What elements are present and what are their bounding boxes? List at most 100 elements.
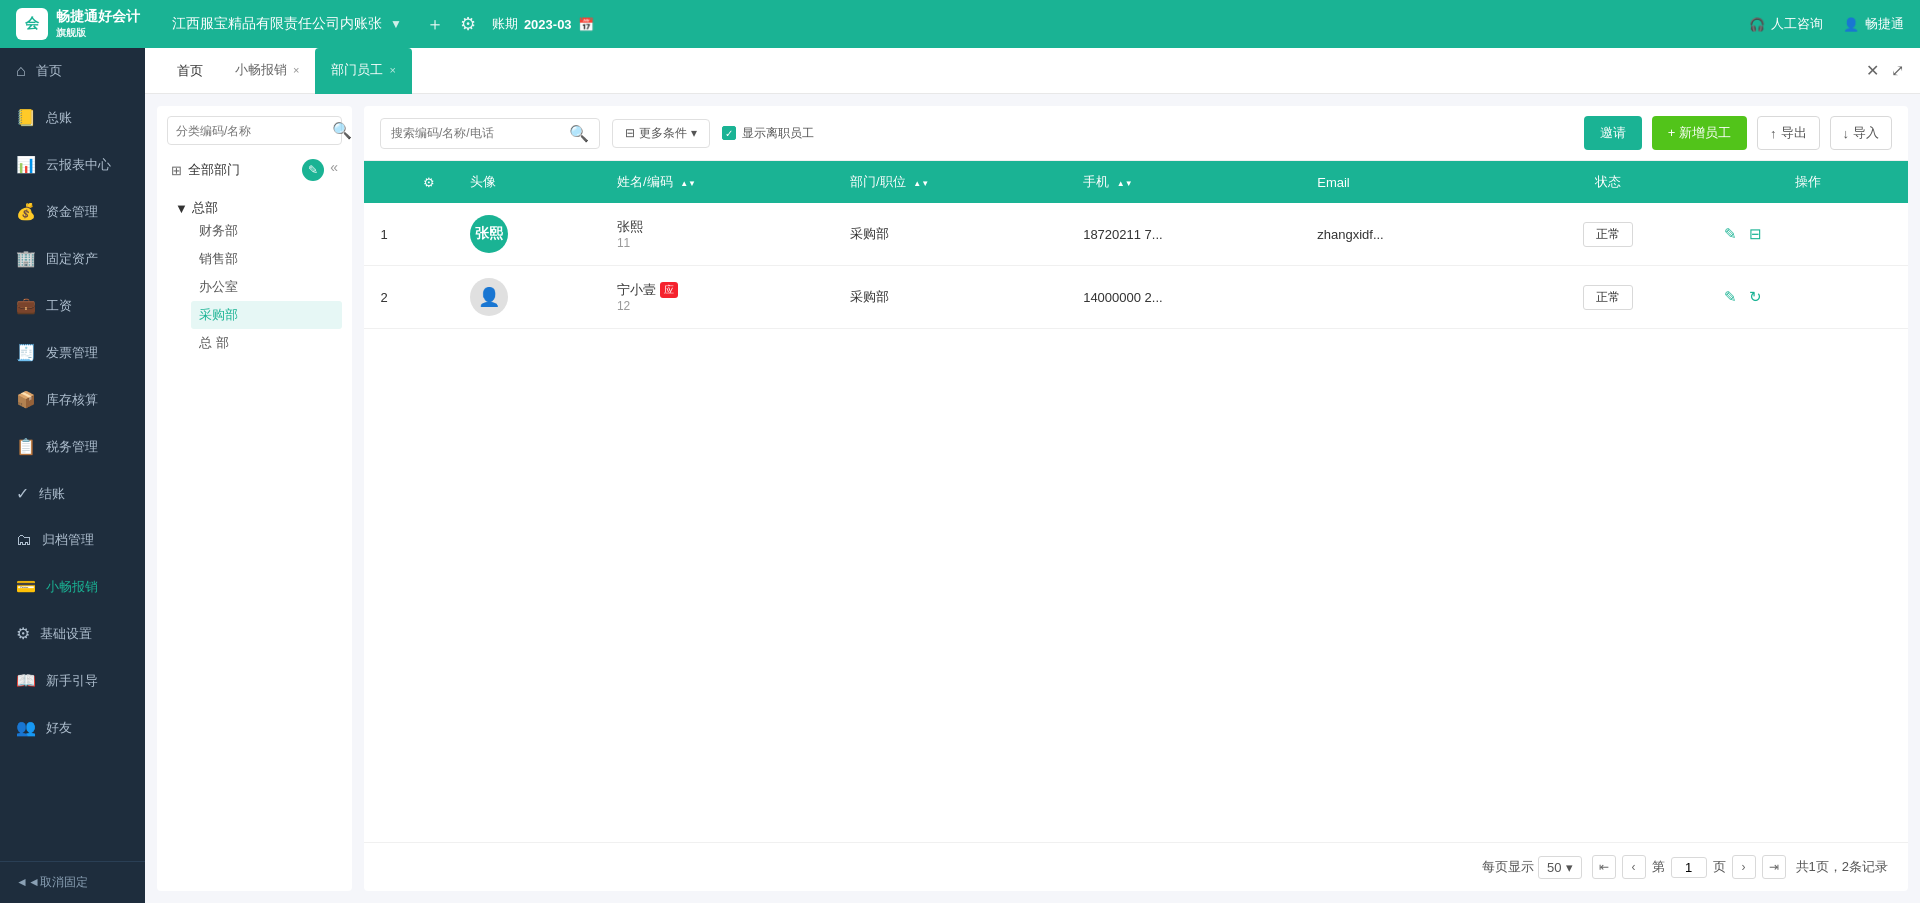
user-area[interactable]: 👤 畅捷通 [1843, 15, 1904, 33]
all-dept-label: ⊞ 全部部门 [171, 161, 240, 179]
sidebar: ⌂ 首页 📒 总账 📊 云报表中心 💰 资金管理 🏢 固定资产 💼 工资 🧾 发… [0, 48, 145, 903]
main-layout: ⌂ 首页 📒 总账 📊 云报表中心 💰 资金管理 🏢 固定资产 💼 工资 🧾 发… [0, 48, 1920, 903]
dept-item-purchase[interactable]: 采购部 [191, 301, 342, 329]
sidebar-item-home[interactable]: ⌂ 首页 [0, 48, 145, 94]
join-icon: 👥 [16, 718, 36, 737]
edit-employee-2-button[interactable]: ✎ [1724, 288, 1737, 306]
page-size-chevron-icon: ▾ [1566, 860, 1573, 875]
table-toolbar: 🔍 ⊟ 更多条件 ▾ ✓ 显示离职员工 邀请 + 新增员工 [364, 106, 1908, 161]
app-name: 畅捷通好会计 [56, 8, 140, 26]
sidebar-item-fixed-assets[interactable]: 🏢 固定资产 [0, 235, 145, 282]
payroll-icon: 💼 [16, 296, 36, 315]
sidebar-item-settings[interactable]: ⚙ 基础设置 [0, 610, 145, 657]
tab-close-expense[interactable]: × [293, 64, 299, 76]
sidebar-item-inventory[interactable]: 📦 库存核算 [0, 376, 145, 423]
row-name-2: 宁小壹 应 12 [601, 266, 834, 329]
sidebar-item-guide[interactable]: 📖 新手引导 [0, 657, 145, 704]
table-panel: 🔍 ⊟ 更多条件 ▾ ✓ 显示离职员工 邀请 + 新增员工 [364, 106, 1908, 891]
employee-search-input[interactable] [391, 126, 563, 140]
sidebar-item-join[interactable]: 👥 好友 [0, 704, 145, 751]
show-resigned-checkbox[interactable]: ✓ [722, 126, 736, 140]
dept-parent-root: ▼ 总部 财务部 销售部 办公室 采购部 总 部 [175, 195, 342, 361]
row-phone-2: 14000000 2... [1067, 266, 1301, 329]
edit-employee-1-button[interactable]: ✎ [1724, 225, 1737, 243]
page-prev-button[interactable]: ‹ [1622, 855, 1646, 879]
funds-icon: 💰 [16, 202, 36, 221]
user-avatar-icon: 👤 [1843, 17, 1859, 32]
dept-search-input[interactable] [176, 124, 326, 138]
sidebar-item-expense[interactable]: 💳 小畅报销 [0, 563, 145, 610]
col-name-code: 姓名/编码 ▲▼ [601, 161, 834, 203]
filter-button[interactable]: ⊟ 更多条件 ▾ [612, 119, 710, 148]
unpin-button[interactable]: ◄◄取消固定 [0, 861, 145, 903]
sidebar-item-general-ledger[interactable]: 📒 总账 [0, 94, 145, 141]
row-phone-1: 18720211 7... [1067, 203, 1301, 266]
content-area: 首页 小畅报销 × 部门员工 × ✕ ⤢ 🔍 [145, 48, 1920, 903]
tab-expense-report[interactable]: 小畅报销 × [219, 48, 315, 94]
collapse-tree-button[interactable]: « [330, 159, 338, 181]
row-email-2 [1301, 266, 1508, 329]
add-employee-button[interactable]: + 新增员工 [1652, 116, 1747, 150]
page-size-dropdown[interactable]: 50 ▾ [1538, 856, 1581, 879]
dept-sort-icon[interactable]: ▲▼ [913, 179, 929, 188]
dept-item-office[interactable]: 办公室 [191, 273, 342, 301]
sidebar-item-payroll[interactable]: 💼 工资 [0, 282, 145, 329]
sidebar-item-reports[interactable]: 📊 云报表中心 [0, 141, 145, 188]
col-settings-icon[interactable]: ⚙ [423, 175, 435, 190]
employee-table: ⚙ 头像 姓名/编码 ▲▼ 部门/职位 ▲▼ [364, 161, 1908, 842]
calendar-icon[interactable]: 📅 [578, 17, 594, 32]
row-status-1: 正常 [1508, 203, 1708, 266]
settings-icon[interactable]: ⚙ [460, 13, 476, 35]
period-area: 账期 2023-03 📅 [492, 15, 594, 33]
dept-item-sales[interactable]: 销售部 [191, 245, 342, 273]
ledger-icon: 📒 [16, 108, 36, 127]
add-dept-button[interactable]: ✎ [302, 159, 324, 181]
table-row: 1 张熙 张熙 11 [364, 203, 1908, 266]
page-next-button[interactable]: › [1732, 855, 1756, 879]
all-dept-row[interactable]: ⊞ 全部部门 ✎ « [167, 153, 342, 187]
refresh-employee-2-button[interactable]: ↻ [1749, 288, 1762, 306]
phone-sort-icon[interactable]: ▲▼ [1117, 179, 1133, 188]
col-index [364, 161, 404, 203]
export-icon: ↑ [1770, 126, 1777, 141]
tax-icon: 📋 [16, 437, 36, 456]
tab-close-dept[interactable]: × [389, 64, 395, 76]
toolbar-right: 邀请 + 新增员工 ↑ 导出 ↓ 导入 [1584, 116, 1892, 150]
sidebar-item-funds[interactable]: 💰 资金管理 [0, 188, 145, 235]
invite-button[interactable]: 邀请 [1584, 116, 1642, 150]
tab-home[interactable]: 首页 [161, 48, 219, 94]
dept-search-box[interactable]: 🔍 [167, 116, 342, 145]
sidebar-item-tax[interactable]: 📋 税务管理 [0, 423, 145, 470]
employee-search-box[interactable]: 🔍 [380, 118, 600, 149]
name-sort-icon[interactable]: ▲▼ [680, 179, 696, 188]
import-button[interactable]: ↓ 导入 [1830, 116, 1893, 150]
sidebar-item-invoice[interactable]: 🧾 发票管理 [0, 329, 145, 376]
col-settings: ⚙ [404, 161, 454, 203]
row-avatar-2: 👤 [454, 266, 601, 329]
export-button[interactable]: ↑ 导出 [1757, 116, 1820, 150]
dept-item-finance[interactable]: 财务部 [191, 217, 342, 245]
dept-item-general[interactable]: 总 部 [191, 329, 342, 357]
service-area[interactable]: 🎧 人工咨询 [1749, 15, 1823, 33]
tab-close-window-icon[interactable]: ✕ [1866, 61, 1879, 80]
settings-menu-icon: ⚙ [16, 624, 30, 643]
guide-icon: 📖 [16, 671, 36, 690]
company-name[interactable]: 江西服宝精品有限责任公司内账张 ▼ [172, 15, 402, 33]
tab-dept-employee[interactable]: 部门员工 × [315, 48, 411, 94]
page-first-button[interactable]: ⇤ [1592, 855, 1616, 879]
row-email-1: zhangxidf... [1301, 203, 1508, 266]
page-last-button[interactable]: ⇥ [1762, 855, 1786, 879]
page-number-input[interactable] [1671, 857, 1707, 878]
sidebar-item-settlement[interactable]: ✓ 结账 [0, 470, 145, 517]
tabs-bar: 首页 小畅报销 × 部门员工 × ✕ ⤢ [145, 48, 1920, 94]
tab-expand-icon[interactable]: ⤢ [1891, 61, 1904, 80]
show-resigned-area[interactable]: ✓ 显示离职员工 [722, 125, 814, 142]
sidebar-item-archive[interactable]: 🗂 归档管理 [0, 517, 145, 563]
add-button[interactable]: ＋ [426, 12, 444, 36]
col-avatar: 头像 [454, 161, 601, 203]
col-status: 状态 [1508, 161, 1708, 203]
row-dept-2: 采购部 [834, 266, 1067, 329]
logout-employee-1-button[interactable]: ⊟ [1749, 225, 1762, 243]
col-email: Email [1301, 161, 1508, 203]
row-avatar-1: 张熙 [454, 203, 601, 266]
